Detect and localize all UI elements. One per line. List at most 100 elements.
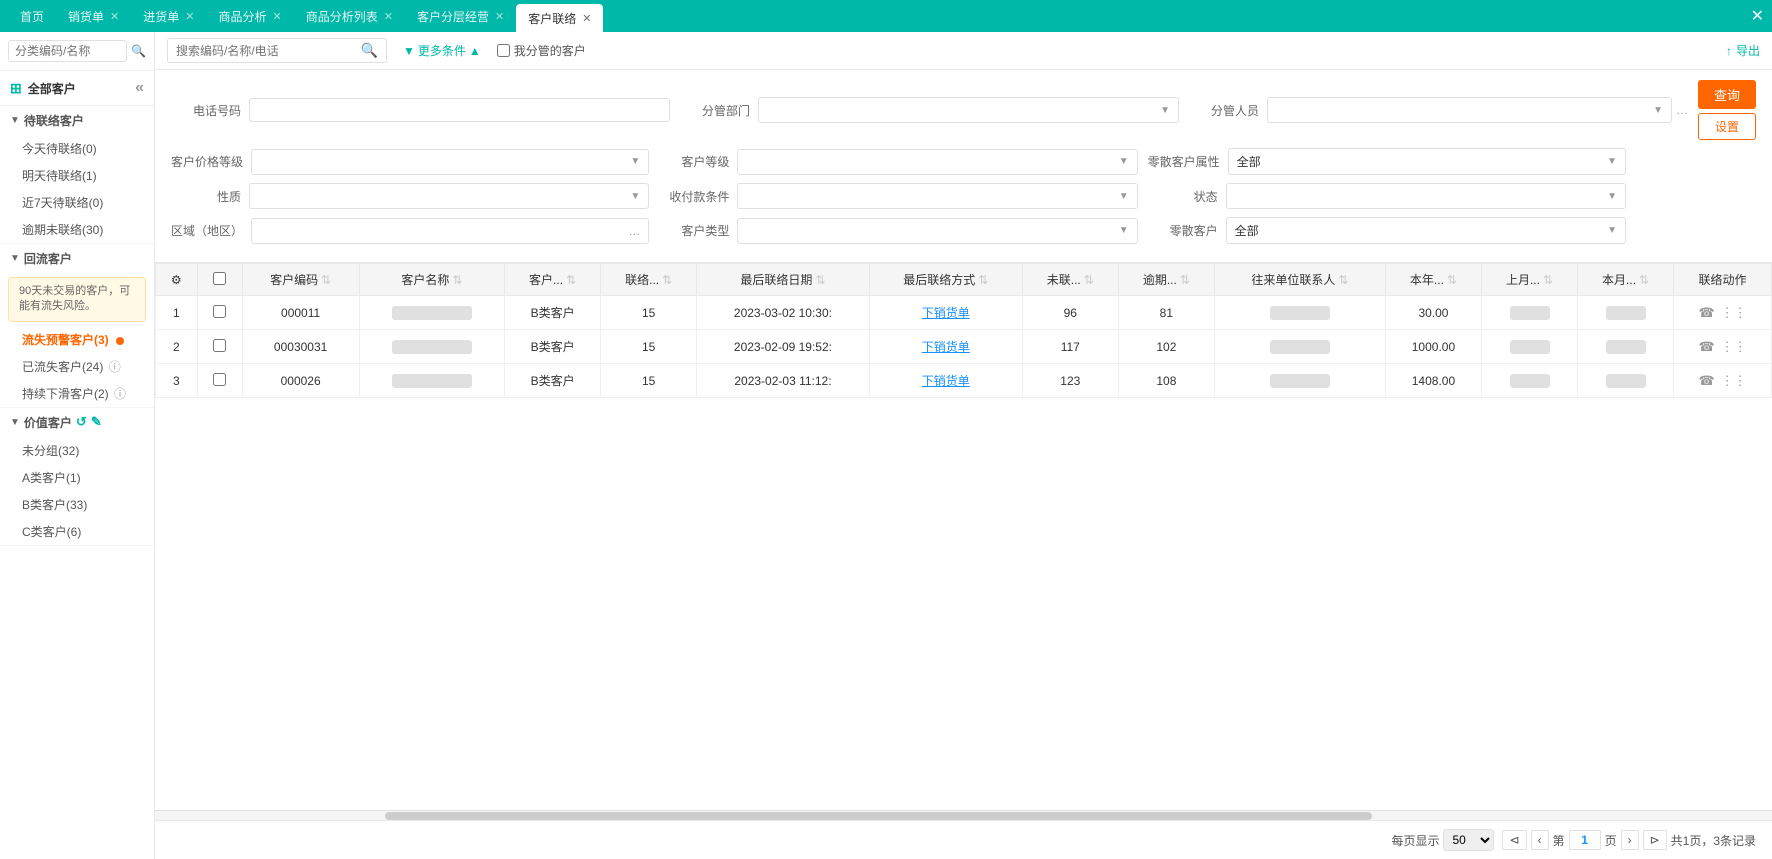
row-last-method[interactable]: 下销货单 — [869, 296, 1022, 330]
region-select[interactable]: … — [251, 218, 649, 244]
th-last-month[interactable]: 上月...⇅ — [1481, 264, 1577, 296]
collapse-icon[interactable]: « — [135, 79, 144, 97]
row-last-method[interactable]: 下销货单 — [869, 364, 1022, 398]
zero-customer-select[interactable]: 全部 ▼ — [1226, 217, 1626, 244]
zero-attr-select[interactable]: 全部 ▼ — [1228, 148, 1626, 175]
last-method-link[interactable]: 下销货单 — [922, 374, 970, 388]
my-customers-checkbox[interactable] — [497, 44, 510, 57]
row-select-checkbox[interactable] — [213, 339, 226, 352]
sidebar-group-pending-title[interactable]: ▼ 待联络客户 — [0, 106, 154, 135]
sidebar-item-class-c[interactable]: C类客户(6) — [0, 518, 154, 545]
payment-select[interactable]: ▼ — [737, 183, 1137, 209]
settings-icon-th[interactable]: ⚙ — [171, 273, 182, 287]
price-level-select[interactable]: ▼ — [251, 149, 649, 175]
sidebar-item-ungroup[interactable]: 未分组(32) — [0, 437, 154, 464]
th-overdue[interactable]: 逾期...⇅ — [1118, 264, 1214, 296]
row-select-checkbox[interactable] — [213, 373, 226, 386]
th-last-method[interactable]: 最后联络方式⇅ — [869, 264, 1022, 296]
th-this-month[interactable]: 本月...⇅ — [1578, 264, 1674, 296]
action-phone-icon[interactable]: ☎ — [1698, 339, 1714, 355]
row-checkbox[interactable] — [197, 296, 242, 330]
sidebar-all-customers[interactable]: ⊞ 全部客户 « — [0, 71, 154, 106]
sidebar-search-input[interactable] — [8, 40, 127, 62]
tab-customer-contact-close[interactable]: ✕ — [582, 12, 591, 25]
tab-sales-close[interactable]: ✕ — [110, 10, 119, 23]
next-page-button[interactable]: › — [1621, 830, 1639, 850]
per-page-select[interactable]: 50 100 200 — [1443, 829, 1494, 851]
sidebar-item-already-churn[interactable]: 已流失客户(24) ⓘ — [0, 353, 154, 380]
query-button[interactable]: 查询 — [1698, 80, 1756, 109]
tab-customer-tier[interactable]: 客户分层经营 ✕ — [405, 0, 516, 32]
action-menu-icon[interactable]: ⋮⋮ — [1721, 373, 1747, 389]
sidebar-item-tomorrow[interactable]: 明天待联络(1) — [0, 162, 154, 189]
sidebar-item-class-a[interactable]: A类客户(1) — [0, 464, 154, 491]
tab-product-list-close[interactable]: ✕ — [384, 10, 393, 23]
my-customers-checkbox-label[interactable]: 我分管的客户 — [497, 42, 586, 59]
sidebar-group-value-title[interactable]: ▼ 价值客户 ↺ ✎ — [0, 408, 154, 437]
settings-button[interactable]: 设置 — [1698, 113, 1756, 140]
prev-page-button[interactable]: ‹ — [1531, 830, 1549, 850]
th-this-year[interactable]: 本年...⇅ — [1385, 264, 1481, 296]
sidebar-item-declining[interactable]: 持续下滑客户(2) ⓘ — [0, 380, 154, 407]
row-select-checkbox[interactable] — [213, 305, 226, 318]
export-button[interactable]: ↑ 导出 — [1726, 42, 1760, 59]
nature-select[interactable]: ▼ — [249, 183, 649, 209]
tab-product-list[interactable]: 商品分析列表 ✕ — [294, 0, 405, 32]
th-name[interactable]: 客户名称⇅ — [359, 264, 504, 296]
action-phone-icon[interactable]: ☎ — [1698, 305, 1714, 321]
th-checkbox[interactable] — [197, 264, 242, 296]
page-input[interactable] — [1569, 830, 1601, 850]
search-input[interactable] — [176, 44, 357, 58]
action-menu-icon[interactable]: ⋮⋮ — [1721, 339, 1747, 355]
phone-input[interactable] — [249, 98, 670, 122]
sidebar-item-7days[interactable]: 近7天待联络(0) — [0, 189, 154, 216]
last-method-link[interactable]: 下销货单 — [922, 340, 970, 354]
customer-type-select[interactable]: ▼ — [737, 218, 1137, 244]
tab-purchase[interactable]: 进货单 ✕ — [131, 0, 206, 32]
last-page-button[interactable]: ⊳ — [1643, 830, 1667, 850]
tab-product-analysis-close[interactable]: ✕ — [273, 10, 282, 23]
tab-purchase-close[interactable]: ✕ — [185, 10, 194, 23]
sidebar-item-churn-warning[interactable]: 流失预警客户(3) — [0, 326, 154, 353]
edit-icon-value[interactable]: ✎ — [91, 414, 102, 430]
th-contact[interactable]: 联络...⇅ — [601, 264, 697, 296]
dept-label: 分管部门 — [680, 102, 750, 119]
select-all-checkbox[interactable] — [213, 272, 226, 285]
refresh-icon-value[interactable]: ↺ — [76, 414, 87, 430]
sidebar-group-churn-title[interactable]: ▼ 回流客户 — [0, 244, 154, 273]
first-page-button[interactable]: ⊲ — [1502, 830, 1526, 850]
row-checkbox[interactable] — [197, 330, 242, 364]
more-conditions-button[interactable]: ▼ 更多条件 ▲ — [397, 39, 487, 62]
status-select[interactable]: ▼ — [1226, 183, 1626, 209]
region-more[interactable]: … — [628, 224, 640, 238]
row-last-method[interactable]: 下销货单 — [869, 330, 1022, 364]
tab-customer-tier-close[interactable]: ✕ — [495, 10, 504, 23]
row-uncontacted: 117 — [1022, 330, 1118, 364]
th-uncontacted[interactable]: 未联...⇅ — [1022, 264, 1118, 296]
scrollbar-thumb[interactable] — [385, 812, 1372, 820]
action-menu-icon[interactable]: ⋮⋮ — [1721, 305, 1747, 321]
tab-product-analysis[interactable]: 商品分析 ✕ — [206, 0, 293, 32]
manager-more-icon[interactable]: … — [1676, 103, 1688, 117]
close-window-button[interactable]: ✕ — [1751, 6, 1764, 26]
filter-toolbar: 🔍 ▼ 更多条件 ▲ 我分管的客户 ↑ 导出 — [155, 32, 1772, 70]
search-button[interactable]: 🔍 — [361, 42, 378, 59]
last-method-link[interactable]: 下销货单 — [922, 306, 970, 320]
tab-home[interactable]: 首页 — [8, 0, 56, 32]
sidebar-item-class-b[interactable]: B类客户(33) — [0, 491, 154, 518]
customer-level-select[interactable]: ▼ — [737, 149, 1137, 175]
th-contact-person[interactable]: 往来单位联系人⇅ — [1214, 264, 1385, 296]
sidebar-item-overdue[interactable]: 逾期未联络(30) — [0, 216, 154, 243]
tab-sales[interactable]: 销货单 ✕ — [56, 0, 131, 32]
row-checkbox[interactable] — [197, 364, 242, 398]
th-type[interactable]: 客户...⇅ — [505, 264, 601, 296]
dept-select[interactable]: ▼ — [758, 97, 1179, 123]
th-code[interactable]: 客户编码⇅ — [242, 264, 359, 296]
horizontal-scrollbar[interactable] — [155, 810, 1772, 820]
th-last-date[interactable]: 最后联络日期⇅ — [697, 264, 870, 296]
action-phone-icon[interactable]: ☎ — [1698, 373, 1714, 389]
sidebar-item-today[interactable]: 今天待联络(0) — [0, 135, 154, 162]
tab-customer-contact[interactable]: 客户联络 ✕ — [516, 4, 603, 32]
manager-select[interactable]: ▼ — [1267, 97, 1672, 123]
th-settings[interactable]: ⚙ — [156, 264, 198, 296]
